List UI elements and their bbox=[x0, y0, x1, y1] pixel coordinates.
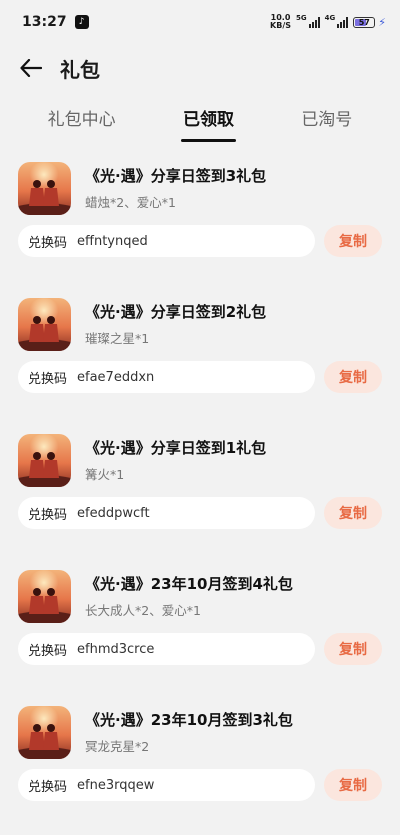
gift-description: 璀璨之星*1 bbox=[85, 331, 150, 346]
app-header: 礼包 bbox=[0, 44, 400, 92]
battery-icon: 57 bbox=[353, 16, 376, 28]
redeem-code-label: 兑换码 bbox=[28, 643, 68, 659]
redeem-code-value: efne3rqqew bbox=[77, 777, 155, 793]
gift-title: 《光·遇》分享日签到2礼包 bbox=[85, 303, 267, 321]
signal-icon bbox=[337, 16, 349, 28]
gift-title: 《光·遇》分享日签到1礼包 bbox=[85, 439, 267, 457]
redeem-code-field: 兑换码 effntynqed bbox=[18, 225, 315, 257]
tab-claimed[interactable]: 已领取 bbox=[180, 99, 236, 142]
game-icon bbox=[18, 297, 71, 351]
tiktok-notification-icon: ♪ bbox=[74, 15, 89, 29]
battery-level: 57 bbox=[358, 17, 370, 27]
copy-button[interactable]: 复制 bbox=[324, 225, 382, 257]
gift-title: 《光·遇》23年10月签到4礼包 bbox=[85, 575, 293, 593]
page-title: 礼包 bbox=[60, 57, 100, 82]
redeem-code-field: 兑换码 efae7eddxn bbox=[18, 361, 315, 393]
gift-title: 《光·遇》分享日签到3礼包 bbox=[85, 167, 267, 185]
tab-taohao[interactable]: 已淘号 bbox=[299, 99, 354, 136]
redeem-code-value: effntynqed bbox=[77, 233, 148, 249]
gift-description: 蜡烛*2、爱心*1 bbox=[85, 195, 176, 210]
redeem-code-label: 兑换码 bbox=[28, 507, 68, 523]
back-arrow-icon[interactable] bbox=[18, 55, 44, 81]
redeem-code-label: 兑换码 bbox=[28, 235, 68, 251]
gift-description: 长大成人*2、爱心*1 bbox=[85, 603, 201, 618]
network-speed: 10.0 KB/S bbox=[270, 13, 292, 30]
redeem-code-value: efae7eddxn bbox=[77, 369, 155, 385]
tab-gift-center[interactable]: 礼包中心 bbox=[46, 99, 118, 136]
gift-item: 《光·遇》分享日签到2礼包 璀璨之星*1 兑换码 efae7eddxn 复制 bbox=[18, 295, 382, 427]
gift-list: 《光·遇》分享日签到3礼包 蜡烛*2、爱心*1 兑换码 effntynqed 复… bbox=[0, 142, 400, 835]
network-type-1: 5G bbox=[296, 14, 307, 22]
redeem-code-label: 兑换码 bbox=[28, 779, 68, 795]
redeem-code-value: efhmd3crce bbox=[77, 641, 155, 657]
copy-button[interactable]: 复制 bbox=[324, 361, 382, 393]
gift-item: 《光·遇》分享日签到1礼包 篝火*1 兑换码 efeddpwcft 复制 bbox=[18, 431, 382, 563]
game-icon bbox=[18, 705, 71, 759]
redeem-code-field: 兑换码 efeddpwcft bbox=[18, 497, 315, 529]
clock: 13:27 bbox=[22, 14, 67, 30]
signal-icon bbox=[308, 16, 320, 28]
tab-bar: 礼包中心 已领取 已淘号 bbox=[0, 92, 400, 142]
gift-description: 冥龙克星*2 bbox=[85, 739, 150, 754]
gift-title: 《光·遇》23年10月签到3礼包 bbox=[85, 711, 293, 729]
gift-description: 篝火*1 bbox=[85, 467, 125, 482]
redeem-code-label: 兑换码 bbox=[28, 371, 68, 387]
redeem-code-field: 兑换码 efne3rqqew bbox=[18, 769, 315, 801]
gift-item: 《光·遇》分享日签到3礼包 蜡烛*2、爱心*1 兑换码 effntynqed 复… bbox=[18, 159, 382, 291]
game-icon bbox=[18, 569, 71, 623]
charging-icon: ⚡ bbox=[378, 15, 386, 29]
game-icon bbox=[18, 161, 71, 215]
copy-button[interactable]: 复制 bbox=[324, 497, 382, 529]
redeem-code-field: 兑换码 efhmd3crce bbox=[18, 633, 315, 665]
gift-item: 《光·遇》23年10月签到4礼包 长大成人*2、爱心*1 兑换码 efhmd3c… bbox=[18, 567, 382, 699]
redeem-code-value: efeddpwcft bbox=[77, 505, 150, 521]
game-icon bbox=[18, 433, 71, 487]
status-bar: 13:27 ♪ 10.0 KB/S 5G 4G 57 ⚡ bbox=[0, 0, 400, 44]
gift-item: 《光·遇》23年10月签到3礼包 冥龙克星*2 兑换码 efne3rqqew 复… bbox=[18, 703, 382, 835]
copy-button[interactable]: 复制 bbox=[324, 633, 382, 665]
copy-button[interactable]: 复制 bbox=[324, 769, 382, 801]
network-type-2: 4G bbox=[324, 14, 336, 22]
